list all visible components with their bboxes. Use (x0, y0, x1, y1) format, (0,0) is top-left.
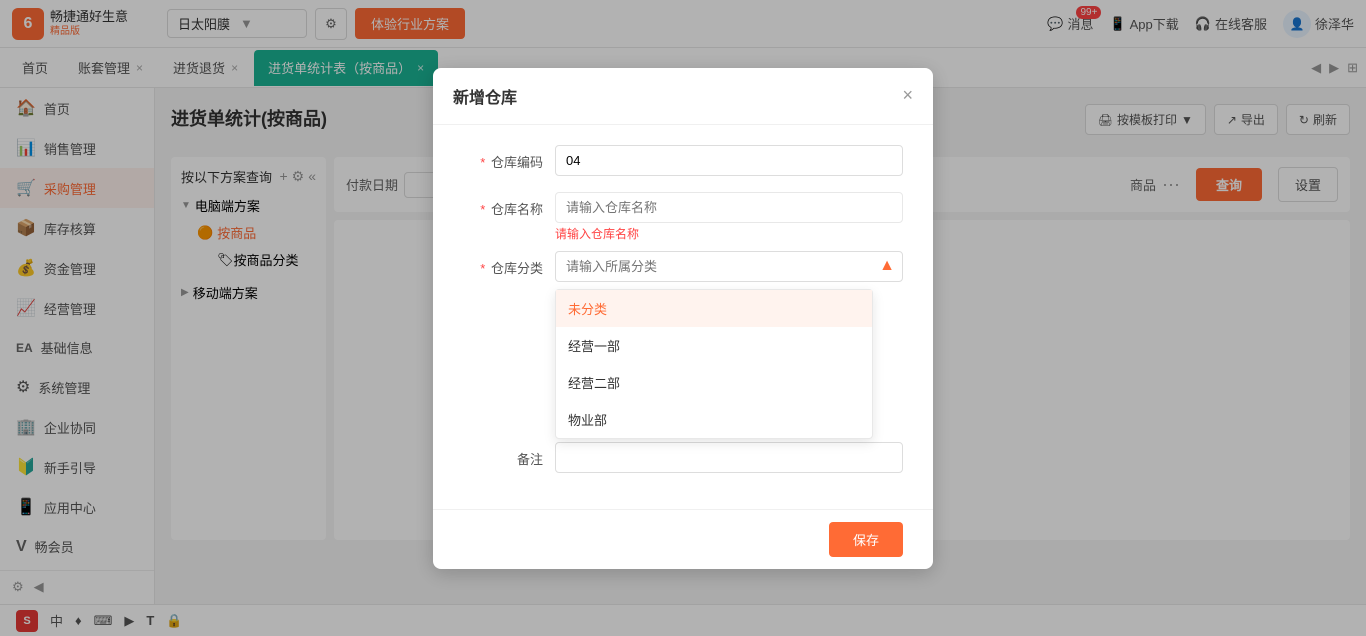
category-arrow-icon[interactable]: ▲ (879, 257, 895, 275)
form-row-code: * 仓库编码 (463, 145, 903, 176)
code-input[interactable] (555, 145, 903, 176)
note-label: 备注 (463, 442, 543, 468)
category-input[interactable] (555, 251, 903, 282)
form-row-note: 备注 (463, 442, 903, 473)
modal-close-button[interactable]: × (902, 85, 913, 106)
save-button[interactable]: 保存 (829, 522, 903, 557)
form-row-name: * 仓库名称 请输入仓库名称 (463, 192, 903, 223)
name-input[interactable] (555, 192, 903, 223)
category-select-wrapper: ▲ (555, 251, 903, 282)
name-error-message: 请输入仓库名称 (555, 225, 639, 242)
new-warehouse-modal: 新增仓库 × * 仓库编码 * 仓库名称 请输入仓库名称 (433, 68, 933, 569)
category-label: * 仓库分类 (463, 251, 543, 277)
modal-footer: 保存 (433, 509, 933, 569)
dropdown-item-dept1[interactable]: 经营一部 (556, 327, 872, 364)
note-input[interactable] (555, 442, 903, 473)
modal-title: 新增仓库 (453, 84, 517, 108)
dropdown-item-dept2[interactable]: 经营二部 (556, 364, 872, 401)
dropdown-item-uncategorized[interactable]: 未分类 (556, 290, 872, 327)
dropdown-item-property[interactable]: 物业部 (556, 401, 872, 438)
form-row-category: * 仓库分类 ▲ 未分类 经营一部 经营二部 物业部 (463, 251, 903, 282)
name-label: * 仓库名称 (463, 192, 543, 218)
modal-overlay: 新增仓库 × * 仓库编码 * 仓库名称 请输入仓库名称 (0, 0, 1366, 636)
modal-body: * 仓库编码 * 仓库名称 请输入仓库名称 * (433, 125, 933, 509)
category-dropdown: 未分类 经营一部 经营二部 物业部 (555, 289, 873, 439)
code-label: * 仓库编码 (463, 145, 543, 171)
modal-header: 新增仓库 × (433, 68, 933, 125)
